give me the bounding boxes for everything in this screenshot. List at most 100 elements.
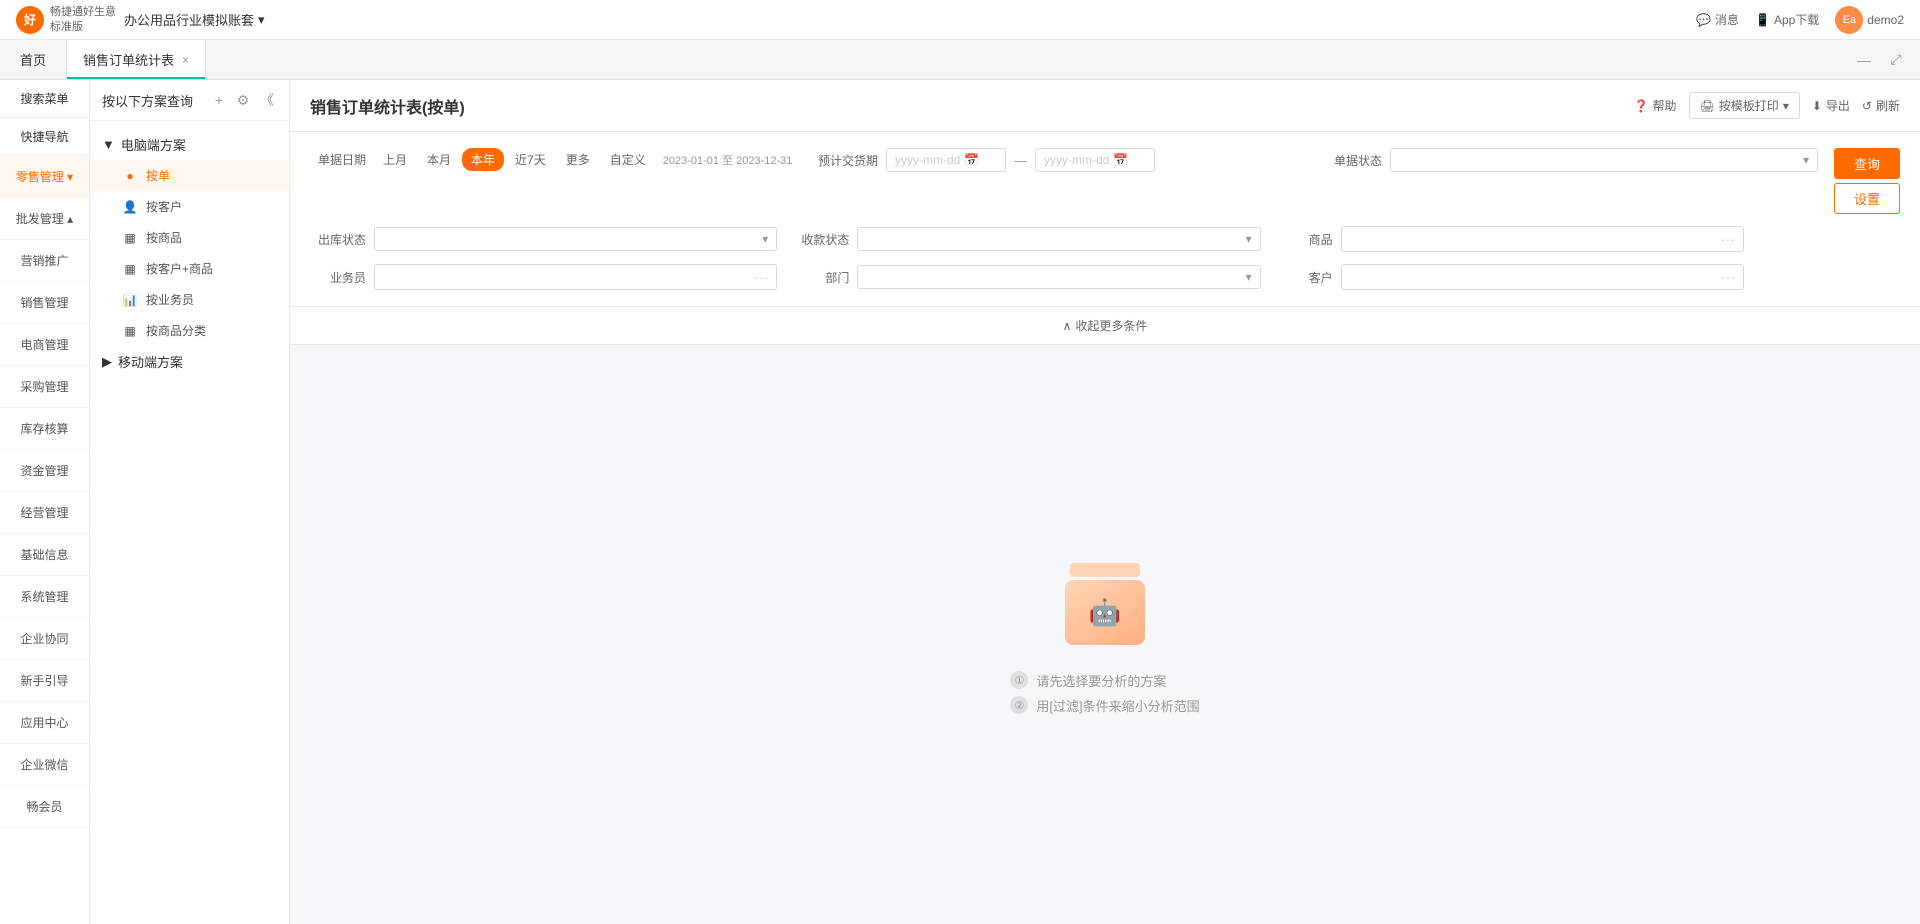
- salesperson-input[interactable]: ···: [374, 264, 777, 290]
- collapse-chevron-icon: ∧: [1063, 319, 1072, 333]
- goods-label: 商品: [1277, 231, 1333, 248]
- page-header: 销售订单统计表(按单) ❓ 帮助 🖨 按模板打印 ▾ ⬇: [290, 80, 1920, 132]
- empty-hint-1: ① 请先选择要分析的方案: [1010, 671, 1199, 690]
- sidebar-item-newbie[interactable]: 新手引导: [0, 660, 89, 702]
- sidebar-item-corp-wechat[interactable]: 企业微信: [0, 744, 89, 786]
- main-layout: 搜索菜单 快捷导航 零售管理 ▾ 批发管理 ▴ 营销推广 销售管理 电商管理 采…: [0, 80, 1920, 924]
- page-title-row: 销售订单统计表(按单) ❓ 帮助 🖨 按模板打印 ▾ ⬇: [310, 92, 1900, 119]
- export-btn[interactable]: ⬇ 导出: [1812, 97, 1850, 114]
- sidebar-item-wholesale[interactable]: 批发管理 ▴: [0, 198, 89, 240]
- date-last7days-btn[interactable]: 近7天: [506, 148, 555, 171]
- tab-bar: 首页 销售订单统计表 × — ⤢: [0, 40, 1920, 80]
- scheme-category-pc-header[interactable]: ▼ 电脑端方案: [90, 129, 289, 160]
- top-bar: 好 畅捷通好生意 标准版 办公用品行业模拟账套 ▾ 💬 消息 📱 App下载 E…: [0, 0, 1920, 40]
- content-area: 按以下方案查询 + ⚙ 《 ▼ 电脑端方案 ● 按单: [90, 80, 1920, 924]
- ship-status-select[interactable]: ▾: [374, 227, 777, 251]
- sidebar-item-system[interactable]: 系统管理: [0, 576, 89, 618]
- customer-label: 客户: [1277, 269, 1333, 286]
- date-from-input[interactable]: yyyy-mm-dd 📅: [886, 148, 1006, 172]
- scheme-item-by-salesperson[interactable]: 📊 按业务员: [90, 284, 289, 315]
- sidebar-item-retail[interactable]: 零售管理 ▾: [0, 156, 89, 198]
- hint-num-2: ②: [1010, 696, 1028, 714]
- doc-status-label: 单据状态: [1326, 152, 1382, 169]
- scheme-icon-goods: ▦: [122, 230, 138, 246]
- department-select[interactable]: ▾: [857, 265, 1260, 289]
- date-to-input[interactable]: yyyy-mm-dd 📅: [1035, 148, 1155, 172]
- scheme-panel: 按以下方案查询 + ⚙ 《 ▼ 电脑端方案 ● 按单: [90, 80, 290, 924]
- scheme-icon-order: ●: [122, 168, 138, 184]
- scheme-item-by-order[interactable]: ● 按单: [90, 160, 289, 191]
- print-icon: 🖨: [1700, 99, 1715, 113]
- chevron-down-icon: ▾: [1783, 99, 1789, 113]
- empty-state: 🤖 ① 请先选择要分析的方案 ② 用[过滤]条件来缩小分析范围: [290, 345, 1920, 924]
- expected-date-label: 预计交货期: [818, 152, 878, 169]
- page-title: 销售订单统计表(按单): [310, 94, 465, 118]
- scheme-header: 按以下方案查询 + ⚙ 《: [90, 80, 289, 121]
- message-btn[interactable]: 💬 消息: [1696, 11, 1739, 28]
- help-btn[interactable]: ❓ 帮助: [1634, 97, 1677, 114]
- date-custom-btn[interactable]: 自定义: [601, 148, 655, 171]
- scheme-item-by-customer[interactable]: 👤 按客户: [90, 191, 289, 222]
- app-download-btn[interactable]: 📱 App下载: [1755, 11, 1819, 28]
- more-dots-icon: ···: [1721, 231, 1735, 247]
- date-more-btn[interactable]: 更多: [557, 148, 599, 171]
- sidebar-item-inventory[interactable]: 库存核算: [0, 408, 89, 450]
- scheme-panel-title: 按以下方案查询: [102, 91, 193, 110]
- sidebar-item-marketing[interactable]: 营销推广: [0, 240, 89, 282]
- chevron-down-icon: ▾: [762, 232, 768, 246]
- sidebar-item-ecommerce[interactable]: 电商管理: [0, 324, 89, 366]
- goods-input[interactable]: ···: [1341, 226, 1744, 252]
- sidebar-search-menu[interactable]: 搜索菜单: [0, 80, 89, 117]
- refresh-icon: ↺: [1862, 99, 1872, 113]
- salesperson-dots-icon: ···: [754, 269, 768, 285]
- scheme-item-by-customer-goods[interactable]: ▦ 按客户+商品: [90, 253, 289, 284]
- template-print-btn[interactable]: 🖨 按模板打印 ▾: [1689, 92, 1800, 119]
- export-icon: ⬇: [1812, 99, 1822, 113]
- scheme-icon-category: ▦: [122, 323, 138, 339]
- filter-area: 单据日期 上月 本月 本年 近7天 更多 自定义 2023-01-01 至 20…: [290, 132, 1920, 307]
- logo-area: 好 畅捷通好生意 标准版: [16, 5, 116, 34]
- scheme-add-btn[interactable]: +: [209, 90, 229, 110]
- tab-close-icon[interactable]: ×: [182, 53, 189, 67]
- scheme-item-by-category[interactable]: ▦ 按商品分类: [90, 315, 289, 346]
- hint-num-1: ①: [1010, 671, 1028, 689]
- calendar-icon: 📅: [964, 153, 979, 167]
- date-this-year-btn[interactable]: 本年: [462, 148, 504, 171]
- chevron-down-icon: ▾: [1246, 270, 1252, 284]
- scheme-collapse-btn[interactable]: 《: [257, 90, 277, 110]
- sidebar-item-finance[interactable]: 资金管理: [0, 450, 89, 492]
- payment-status-select[interactable]: ▾: [857, 227, 1260, 251]
- sidebar-item-operation[interactable]: 经营管理: [0, 492, 89, 534]
- query-btn[interactable]: 查询: [1834, 148, 1900, 179]
- app-selector[interactable]: 办公用品行业模拟账套 ▾: [124, 10, 265, 29]
- scheme-category-mobile-header[interactable]: ▶ 移动端方案: [90, 346, 289, 377]
- sidebar-item-member[interactable]: 畅会员: [0, 786, 89, 828]
- customer-input[interactable]: ···: [1341, 264, 1744, 290]
- collapse-more-btn[interactable]: ∧ 收起更多条件: [1063, 317, 1148, 334]
- sidebar-quick-nav[interactable]: 快捷导航: [0, 118, 89, 155]
- user-area[interactable]: Ea demo2: [1835, 6, 1904, 34]
- chevron-up-icon: ▴: [67, 212, 73, 226]
- empty-hints: ① 请先选择要分析的方案 ② 用[过滤]条件来缩小分析范围: [1010, 671, 1199, 715]
- settings-btn[interactable]: 设置: [1834, 183, 1900, 214]
- scheme-settings-btn[interactable]: ⚙: [233, 90, 253, 110]
- sidebar-item-purchase[interactable]: 采购管理: [0, 366, 89, 408]
- scheme-item-by-goods[interactable]: ▦ 按商品: [90, 222, 289, 253]
- payment-status-label: 收款状态: [793, 231, 849, 248]
- sidebar-item-app-center[interactable]: 应用中心: [0, 702, 89, 744]
- date-separator: —: [1014, 153, 1027, 168]
- tab-maximize-btn[interactable]: ⤢: [1884, 48, 1908, 72]
- sidebar-item-sales[interactable]: 销售管理: [0, 282, 89, 324]
- tab-minimize-btn[interactable]: —: [1852, 48, 1876, 72]
- date-last-month-btn[interactable]: 上月: [374, 148, 416, 171]
- doc-status-select[interactable]: ▾: [1390, 148, 1818, 172]
- scheme-icon-customer: 👤: [122, 199, 138, 215]
- tab-home[interactable]: 首页: [0, 40, 67, 79]
- sidebar-item-corp[interactable]: 企业协同: [0, 618, 89, 660]
- date-this-month-btn[interactable]: 本月: [418, 148, 460, 171]
- tab-sales-stats[interactable]: 销售订单统计表 ×: [67, 40, 206, 79]
- download-icon: 📱: [1755, 13, 1770, 27]
- refresh-btn[interactable]: ↺ 刷新: [1862, 97, 1900, 114]
- collapse-bar[interactable]: ∧ 收起更多条件: [290, 307, 1920, 345]
- sidebar-item-basic[interactable]: 基础信息: [0, 534, 89, 576]
